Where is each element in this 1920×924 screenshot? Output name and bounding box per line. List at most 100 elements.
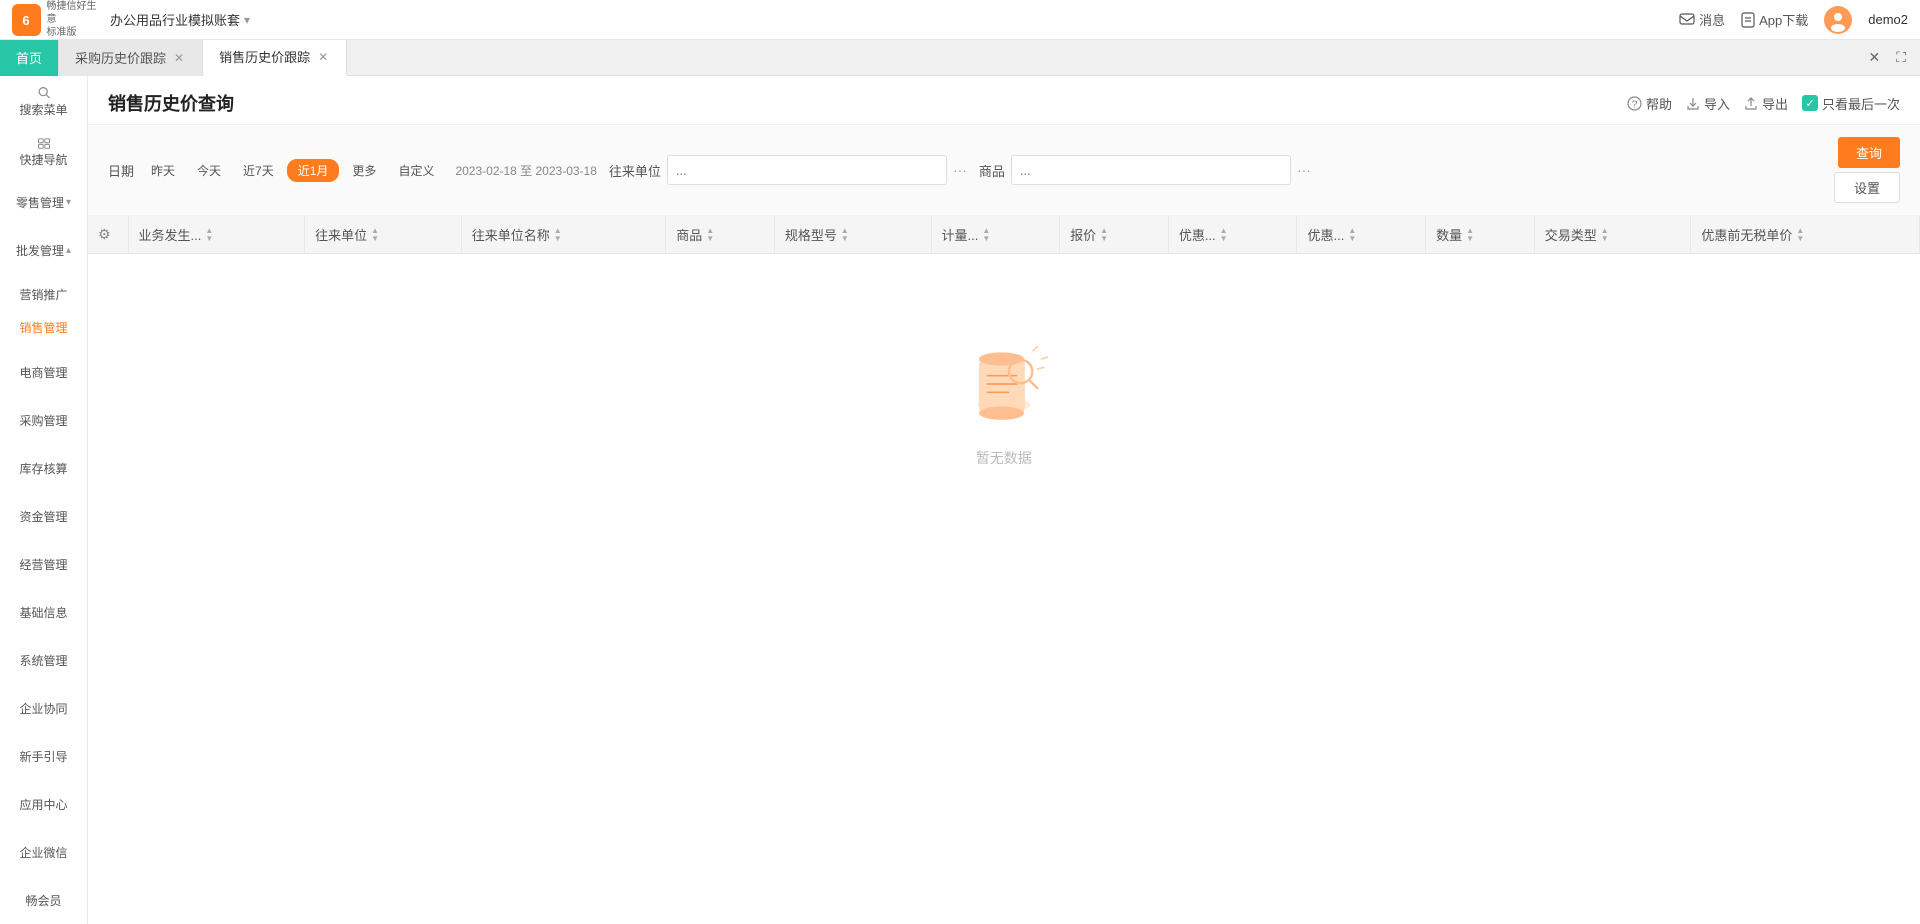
export-btn[interactable]: 导出 xyxy=(1744,94,1788,113)
query-button[interactable]: 查询 xyxy=(1838,137,1900,168)
tab-purchase-close-icon[interactable]: ✕ xyxy=(172,51,186,65)
date-1month-btn[interactable]: 近1月 xyxy=(287,159,340,182)
sidebar: 搜索菜单 快捷导航 零售管理 ▾ 批发管理 ▴ 营销推广 销售管理 xyxy=(0,76,88,924)
import-icon xyxy=(1686,96,1700,110)
user-name[interactable]: demo2 xyxy=(1868,12,1908,27)
sidebar-item-search[interactable]: 搜索菜单 xyxy=(0,76,87,128)
sidebar-label-purchase: 采购管理 xyxy=(19,412,67,429)
sidebar-item-basic[interactable]: 基础信息 xyxy=(0,588,87,636)
svg-text:6: 6 xyxy=(23,13,30,28)
dropdown-arrow-icon[interactable]: ▾ xyxy=(244,13,250,27)
date-yesterday-btn[interactable]: 昨天 xyxy=(142,159,184,182)
message-btn[interactable]: 消息 xyxy=(1679,10,1725,29)
sidebar-label-member: 畅会员 xyxy=(25,892,61,909)
th-product[interactable]: 商品 ▲▼ xyxy=(666,216,775,254)
th-quote[interactable]: 报价 ▲▼ xyxy=(1060,216,1169,254)
sidebar-item-finance[interactable]: 资金管理 xyxy=(0,492,87,540)
table-settings-gear-icon[interactable]: ⚙ xyxy=(98,226,111,242)
sort-icon: ▲▼ xyxy=(1348,227,1356,243)
sidebar-item-app-center[interactable]: 应用中心 xyxy=(0,780,87,828)
partner-search-group: 往来单位 ··· xyxy=(609,155,967,185)
sidebar-label-system: 系统管理 xyxy=(19,652,67,669)
sidebar-item-system[interactable]: 系统管理 xyxy=(0,636,87,684)
sidebar-label-marketing: 营销推广 xyxy=(19,288,67,302)
avatar xyxy=(1824,6,1852,34)
tab-sales-history[interactable]: 销售历史价跟踪 ✕ xyxy=(203,40,347,76)
date-more-btn[interactable]: 更多 xyxy=(343,159,385,182)
sidebar-label-guide: 新手引导 xyxy=(19,748,67,765)
product-input[interactable] xyxy=(1011,155,1291,185)
main-layout: 搜索菜单 快捷导航 零售管理 ▾ 批发管理 ▴ 营销推广 销售管理 xyxy=(0,76,1920,924)
th-discount1[interactable]: 优惠... ▲▼ xyxy=(1168,216,1297,254)
th-unit[interactable]: 计量... ▲▼ xyxy=(931,216,1060,254)
sort-icon: ▲▼ xyxy=(371,227,379,243)
sidebar-item-guide[interactable]: 新手引导 xyxy=(0,732,87,780)
page-title: 销售历史价查询 xyxy=(108,90,234,116)
sidebar-item-marketing[interactable]: 营销推广 xyxy=(8,278,79,311)
tab-sales-close-icon[interactable]: ✕ xyxy=(316,50,330,64)
sidebar-label-finance: 资金管理 xyxy=(19,508,67,525)
th-discount2[interactable]: 优惠... ▲▼ xyxy=(1297,216,1426,254)
sidebar-label-sales-mgmt: 销售管理 xyxy=(19,321,67,335)
sort-icon: ▲▼ xyxy=(1796,227,1804,243)
tab-maximize-icon[interactable]: ⛶ xyxy=(1892,45,1910,70)
app-download-icon xyxy=(1741,12,1755,28)
sidebar-label-basic: 基础信息 xyxy=(19,604,67,621)
empty-state: 暂无数据 xyxy=(88,254,1920,548)
sidebar-item-sales-mgmt[interactable]: 销售管理 xyxy=(8,311,79,344)
sidebar-label-retail: 零售管理 xyxy=(16,194,64,211)
partner-input[interactable] xyxy=(667,155,947,185)
date-7days-btn[interactable]: 近7天 xyxy=(234,159,283,182)
date-label: 日期 xyxy=(108,161,134,180)
only-last-checkbox[interactable]: ✓ 只看最后一次 xyxy=(1802,94,1900,113)
export-icon xyxy=(1744,96,1758,110)
date-filter-group: 日期 昨天 今天 近7天 近1月 更多 自定义 2023-02-18 至 202… xyxy=(108,159,597,182)
sidebar-item-member[interactable]: 畅会员 xyxy=(0,876,87,924)
sidebar-item-shortcut[interactable]: 快捷导航 xyxy=(0,128,87,178)
sidebar-item-retail[interactable]: 零售管理 ▾ xyxy=(0,178,87,226)
app-title-area: 办公用品行业模拟账套 ▾ xyxy=(110,10,1669,29)
import-btn[interactable]: 导入 xyxy=(1686,94,1730,113)
top-bar-right: 消息 App下载 demo2 xyxy=(1679,6,1908,34)
data-table: ⚙ 业务发生... ▲▼ 往来单位 ▲▼ xyxy=(88,216,1920,548)
th-trade-type[interactable]: 交易类型 ▲▼ xyxy=(1534,216,1691,254)
settings-button[interactable]: 设置 xyxy=(1834,172,1900,203)
th-partner-code[interactable]: 往来单位 ▲▼ xyxy=(305,216,462,254)
user-avatar-icon xyxy=(1826,8,1850,32)
tab-bar-right: ✕ ⛶ xyxy=(1864,45,1920,70)
sidebar-item-wholesale[interactable]: 批发管理 ▴ xyxy=(0,226,87,274)
date-custom-btn[interactable]: 自定义 xyxy=(389,159,443,182)
sort-icon: ▲▼ xyxy=(554,227,562,243)
sidebar-item-ecommerce[interactable]: 电商管理 xyxy=(0,348,87,396)
product-lookup-icon[interactable]: ··· xyxy=(1297,162,1311,178)
sort-icon: ▲▼ xyxy=(1220,227,1228,243)
wholesale-submenu: 营销推广 销售管理 xyxy=(0,274,87,348)
query-btn-group: 查询 设置 xyxy=(1834,137,1900,203)
help-btn[interactable]: ? 帮助 xyxy=(1627,94,1672,113)
tab-close-all-icon[interactable]: ✕ xyxy=(1864,45,1884,70)
app-download-btn[interactable]: App下载 xyxy=(1741,10,1808,29)
tab-purchase-history[interactable]: 采购历史价跟踪 ✕ xyxy=(59,40,203,76)
tab-sales-label: 销售历史价跟踪 xyxy=(219,47,310,66)
chevron-up-icon: ▴ xyxy=(66,245,71,256)
th-partner-name[interactable]: 往来单位名称 ▲▼ xyxy=(461,216,666,254)
th-qty[interactable]: 数量 ▲▼ xyxy=(1426,216,1535,254)
sort-icon: ▲▼ xyxy=(982,227,990,243)
date-today-btn[interactable]: 今天 xyxy=(188,159,230,182)
th-pre-tax[interactable]: 优惠前无税单价 ▲▼ xyxy=(1691,216,1920,254)
partner-lookup-icon[interactable]: ··· xyxy=(953,162,967,178)
sidebar-item-inventory[interactable]: 库存核算 xyxy=(0,444,87,492)
sidebar-item-enterprise[interactable]: 企业协同 xyxy=(0,684,87,732)
sidebar-item-operation[interactable]: 经营管理 xyxy=(0,540,87,588)
tab-home-label: 首页 xyxy=(16,48,42,67)
th-biz-date[interactable]: 业务发生... ▲▼ xyxy=(128,216,305,254)
sort-icon: ▲▼ xyxy=(841,227,849,243)
tab-home[interactable]: 首页 xyxy=(0,40,59,76)
empty-illustration xyxy=(954,334,1054,434)
sidebar-item-wechat[interactable]: 企业微信 xyxy=(0,828,87,876)
th-spec[interactable]: 规格型号 ▲▼ xyxy=(774,216,931,254)
help-icon: ? xyxy=(1627,96,1642,111)
sidebar-item-purchase[interactable]: 采购管理 xyxy=(0,396,87,444)
product-label: 商品 xyxy=(979,161,1005,180)
search-bar: 日期 昨天 今天 近7天 近1月 更多 自定义 2023-02-18 至 202… xyxy=(88,125,1920,216)
